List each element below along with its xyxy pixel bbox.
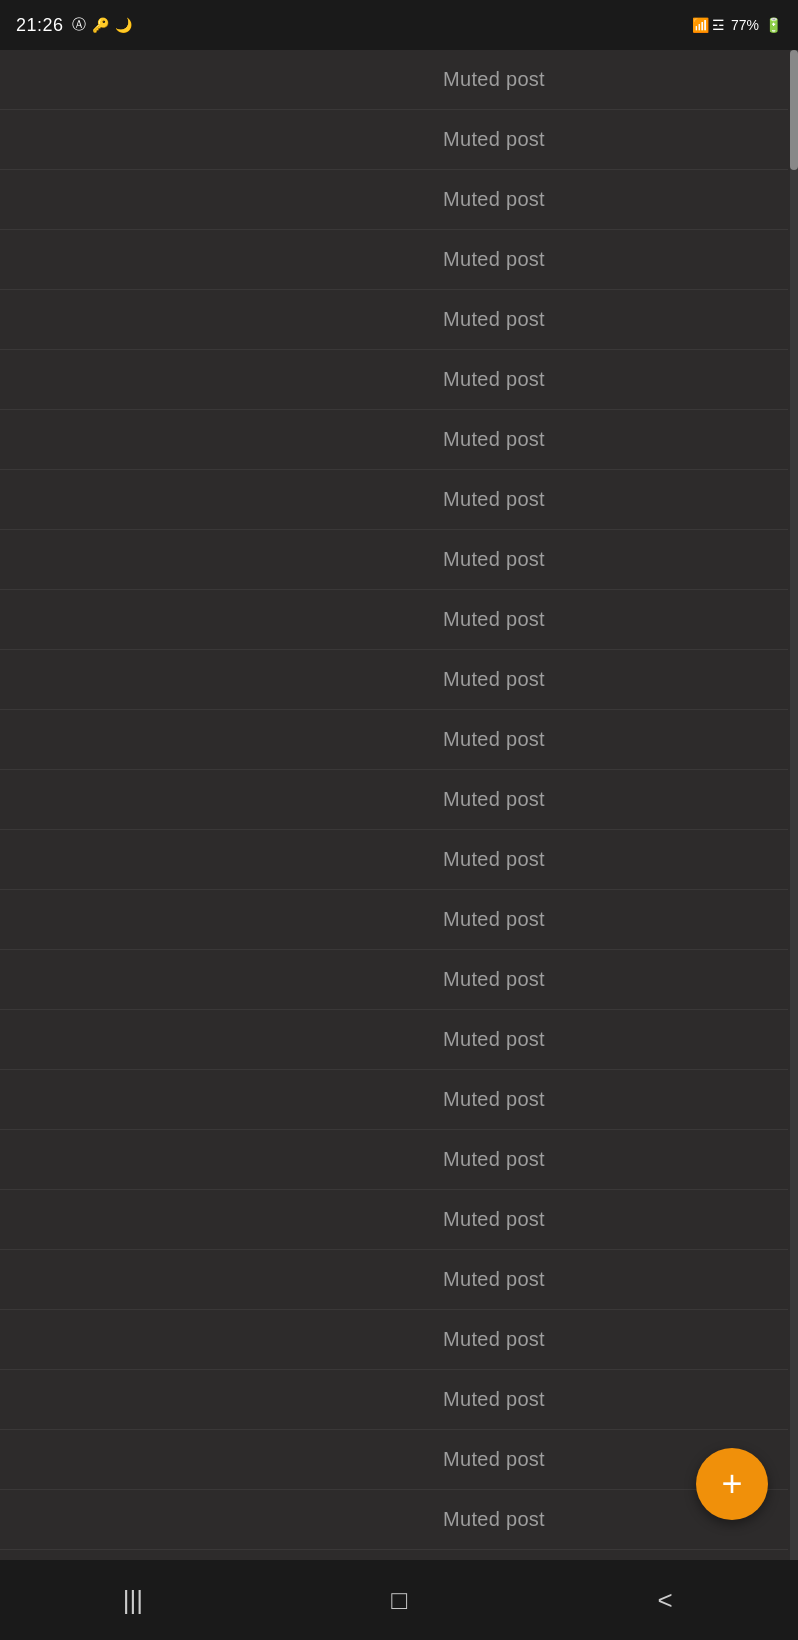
muted-post-label: Muted post xyxy=(243,1508,545,1531)
muted-post-label: Muted post xyxy=(243,1328,545,1351)
list-item[interactable]: Muted post xyxy=(0,1310,788,1370)
status-bar: 21:26 Ⓐ 🔑 🌙 📶 ☲ 77% 🔋 xyxy=(0,0,798,50)
scrollbar-thumb[interactable] xyxy=(790,50,798,170)
muted-post-label: Muted post xyxy=(243,908,545,931)
battery-percentage: 77% xyxy=(731,17,759,33)
list-item[interactable]: Muted post xyxy=(0,350,788,410)
muted-post-label: Muted post xyxy=(243,488,545,511)
muted-post-label: Muted post xyxy=(243,848,545,871)
connectivity-icons: 📶 ☲ xyxy=(692,17,725,33)
muted-post-label: Muted post xyxy=(243,728,545,751)
muted-post-label: Muted post xyxy=(243,968,545,991)
muted-post-label: Muted post xyxy=(243,1028,545,1051)
muted-post-label: Muted post xyxy=(243,608,545,631)
muted-post-label: Muted post xyxy=(243,668,545,691)
battery-icon: 🔋 xyxy=(765,17,782,33)
muted-post-label: Muted post xyxy=(243,1148,545,1171)
list-item[interactable]: Muted post xyxy=(0,1010,788,1070)
list-item[interactable]: Muted post xyxy=(0,710,788,770)
list-item[interactable]: Muted post xyxy=(0,170,788,230)
muted-post-label: Muted post xyxy=(243,128,545,151)
list-item[interactable]: Muted post xyxy=(0,290,788,350)
muted-post-label: Muted post xyxy=(243,308,545,331)
list-item[interactable]: Muted post xyxy=(0,1250,788,1310)
list-item[interactable]: Muted post xyxy=(0,530,788,590)
fab-plus-icon: + xyxy=(721,1466,742,1502)
fab-button[interactable]: + xyxy=(696,1448,768,1520)
list-item[interactable]: Muted post xyxy=(0,1490,788,1550)
muted-post-label: Muted post xyxy=(243,1268,545,1291)
muted-post-label: Muted post xyxy=(243,188,545,211)
muted-posts-list: Muted post Muted post Muted post Muted post… xyxy=(0,50,788,1560)
list-item[interactable]: Muted post xyxy=(0,470,788,530)
status-icons-left: Ⓐ 🔑 🌙 xyxy=(72,16,132,34)
list-item[interactable]: Muted post xyxy=(0,650,788,710)
muted-post-label: Muted post xyxy=(243,1448,545,1471)
back-button[interactable]: < xyxy=(635,1570,695,1630)
muted-post-label: Muted post xyxy=(243,248,545,271)
muted-post-label: Muted post xyxy=(243,368,545,391)
muted-post-label: Muted post xyxy=(243,1388,545,1411)
wifi-icon: 📶 xyxy=(692,17,709,33)
status-time: 21:26 xyxy=(16,15,64,36)
list-item[interactable]: Muted post xyxy=(0,890,788,950)
status-bar-left: 21:26 Ⓐ 🔑 🌙 xyxy=(16,15,132,36)
list-item[interactable]: Muted post xyxy=(0,50,788,110)
scrollbar[interactable] xyxy=(790,50,798,1640)
status-bar-right: 📶 ☲ 77% 🔋 xyxy=(692,17,782,33)
muted-post-label: Muted post xyxy=(243,788,545,811)
list-item[interactable]: Muted post xyxy=(0,110,788,170)
content-area: Muted post Muted post Muted post Muted post… xyxy=(0,50,798,1560)
muted-post-label: Muted post xyxy=(243,428,545,451)
list-item[interactable]: Muted post xyxy=(0,410,788,470)
muted-post-label: Muted post xyxy=(243,1208,545,1231)
list-item[interactable]: Muted post xyxy=(0,1130,788,1190)
nav-bar: ||| □ < xyxy=(0,1560,798,1640)
home-button[interactable]: □ xyxy=(369,1570,429,1630)
muted-post-label: Muted post xyxy=(243,1088,545,1111)
key-icon: 🔑 xyxy=(92,17,109,33)
muted-post-label: Muted post xyxy=(243,548,545,571)
list-item[interactable]: Muted post xyxy=(0,1070,788,1130)
list-item[interactable]: Muted post xyxy=(0,1430,788,1490)
signal-icon: ☲ xyxy=(712,17,725,33)
list-item[interactable]: Muted post xyxy=(0,590,788,650)
recent-apps-button[interactable]: ||| xyxy=(103,1570,163,1630)
list-item[interactable]: Muted post xyxy=(0,830,788,890)
list-item[interactable]: Muted post xyxy=(0,1370,788,1430)
sim-icon: Ⓐ xyxy=(72,16,86,34)
list-item[interactable]: Muted post xyxy=(0,1190,788,1250)
muted-post-label: Muted post xyxy=(243,68,545,91)
dnd-icon: 🌙 xyxy=(115,17,132,33)
list-item[interactable]: Muted post xyxy=(0,1550,788,1560)
list-item[interactable]: Muted post xyxy=(0,230,788,290)
list-item[interactable]: Muted post xyxy=(0,770,788,830)
list-item[interactable]: Muted post xyxy=(0,950,788,1010)
